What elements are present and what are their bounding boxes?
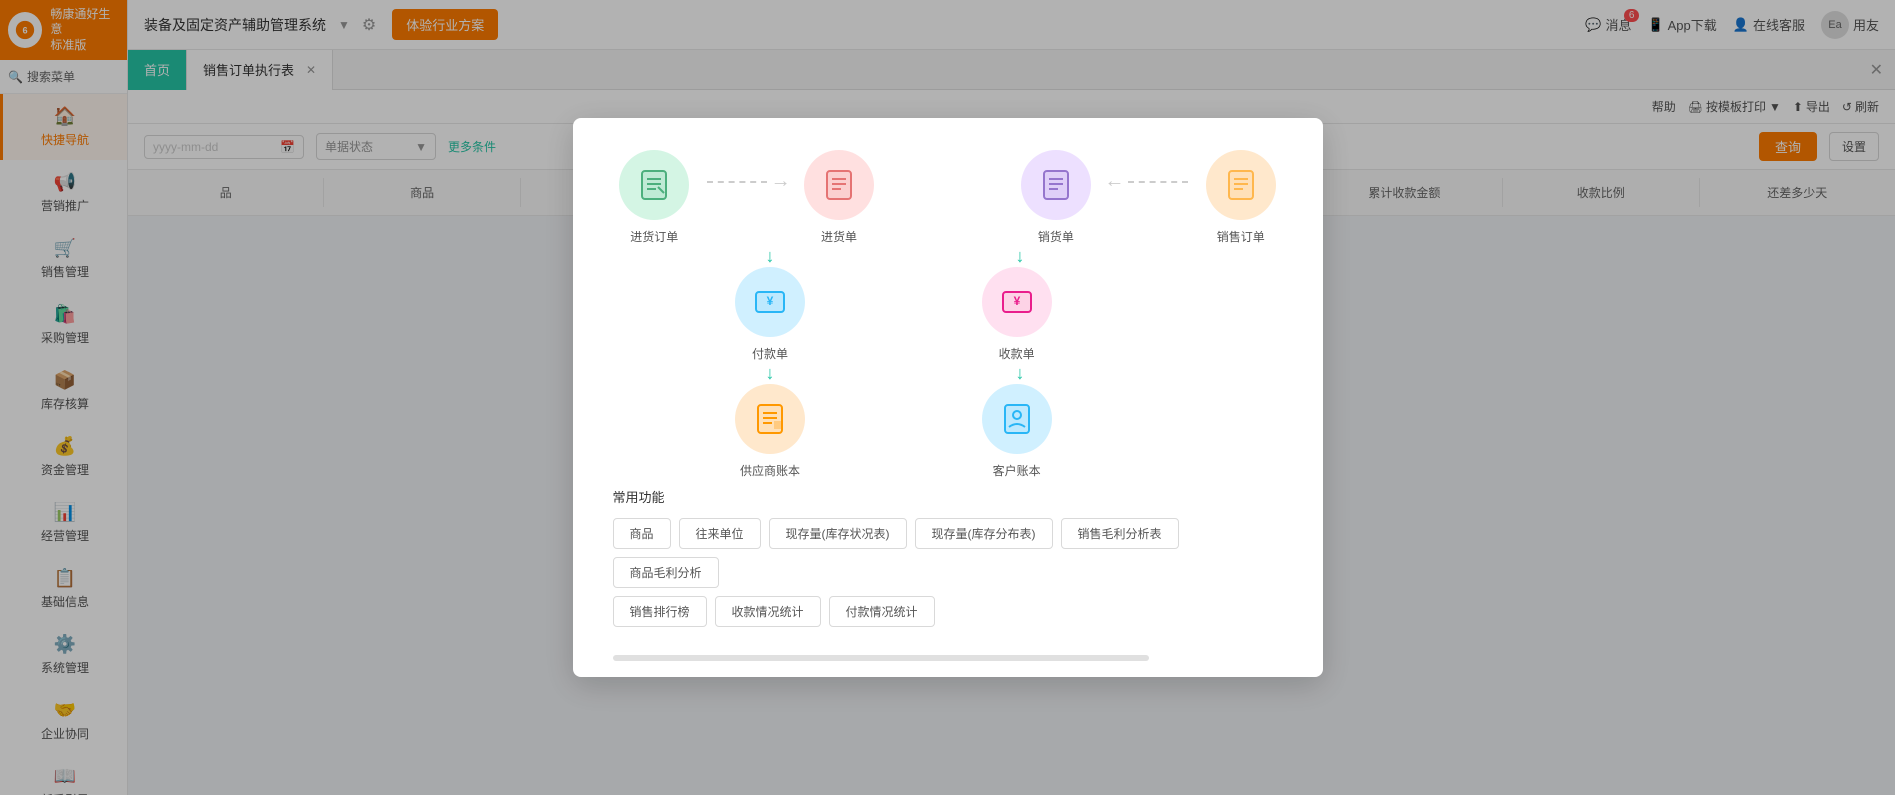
arrow-down-payment: ↓ xyxy=(730,364,810,382)
modal-overlay[interactable]: 进货订单 → 进货单 xyxy=(0,0,1895,795)
modal-body: 进货订单 → 进货单 xyxy=(573,118,1323,647)
func-buttons-row2: 销售排行榜 收款情况统计 付款情况统计 xyxy=(613,596,1283,627)
customer-ledger-label: 客户账本 xyxy=(993,462,1041,479)
modal-scroll[interactable] xyxy=(573,647,1323,669)
flow-node-sales-bill[interactable]: 销货单 xyxy=(1021,150,1091,245)
common-functions-title: 常用功能 xyxy=(613,487,1283,506)
func-btn-sales-ranking[interactable]: 销售排行榜 xyxy=(613,596,707,627)
func-btn-payments-stats[interactable]: 付款情况统计 xyxy=(829,596,935,627)
func-btn-stock-status[interactable]: 现存量(库存状况表) xyxy=(769,518,907,549)
purchase-order-icon xyxy=(619,150,689,220)
flow-node-sales-order[interactable]: 销售订单 xyxy=(1206,150,1276,245)
svg-text:¥: ¥ xyxy=(1013,294,1020,308)
flow-node-supplier-ledger[interactable]: 供应商账本 xyxy=(735,384,805,479)
common-functions: 常用功能 商品 往来单位 现存量(库存状况表) 现存量(库存分布表) 销售毛利分… xyxy=(613,487,1283,627)
arrow-purchase-to-bill: → xyxy=(703,150,791,193)
supplier-ledger-label: 供应商账本 xyxy=(740,462,800,479)
payment-bill-label: 付款单 xyxy=(752,345,788,362)
func-buttons-row1: 商品 往来单位 现存量(库存状况表) 现存量(库存分布表) 销售毛利分析表 商品… xyxy=(613,518,1283,588)
purchase-bill-icon xyxy=(804,150,874,220)
payment-bill-icon: ¥ xyxy=(735,267,805,337)
receipt-bill-icon: ¥ xyxy=(982,267,1052,337)
purchase-order-label: 进货订单 xyxy=(630,228,678,245)
sales-order-icon xyxy=(1206,150,1276,220)
func-btn-receipts-stats[interactable]: 收款情况统计 xyxy=(715,596,821,627)
flow-node-receipt-bill[interactable]: ¥ 收款单 xyxy=(982,267,1052,362)
sales-bill-label: 销货单 xyxy=(1038,228,1074,245)
receipt-bill-label: 收款单 xyxy=(999,345,1035,362)
arrow-down-receipt: ↓ xyxy=(980,364,1060,382)
arrow-down-purchase: ↓ xyxy=(730,247,810,265)
func-btn-stock-dist[interactable]: 现存量(库存分布表) xyxy=(915,518,1053,549)
customer-ledger-icon xyxy=(982,384,1052,454)
flow-node-customer-ledger[interactable]: 客户账本 xyxy=(982,384,1052,479)
sales-bill-icon xyxy=(1021,150,1091,220)
arrow-down-sales: ↓ xyxy=(980,247,1060,265)
arrow-sales-order-to-bill: ← xyxy=(1104,150,1192,193)
sales-order-label: 销售订单 xyxy=(1217,228,1265,245)
flow-node-purchase-bill[interactable]: 进货单 xyxy=(804,150,874,245)
quick-nav-modal: 进货订单 → 进货单 xyxy=(573,118,1323,677)
func-btn-partners[interactable]: 往来单位 xyxy=(679,518,761,549)
func-btn-sales-gross-analysis[interactable]: 销售毛利分析表 xyxy=(1061,518,1179,549)
supplier-ledger-icon xyxy=(735,384,805,454)
svg-text:¥: ¥ xyxy=(767,294,774,308)
func-btn-goods-gross-analysis[interactable]: 商品毛利分析 xyxy=(613,557,719,588)
func-btn-goods[interactable]: 商品 xyxy=(613,518,671,549)
flow-node-payment-bill[interactable]: ¥ 付款单 xyxy=(735,267,805,362)
flow-node-purchase-order[interactable]: 进货订单 xyxy=(619,150,689,245)
purchase-bill-label: 进货单 xyxy=(821,228,857,245)
